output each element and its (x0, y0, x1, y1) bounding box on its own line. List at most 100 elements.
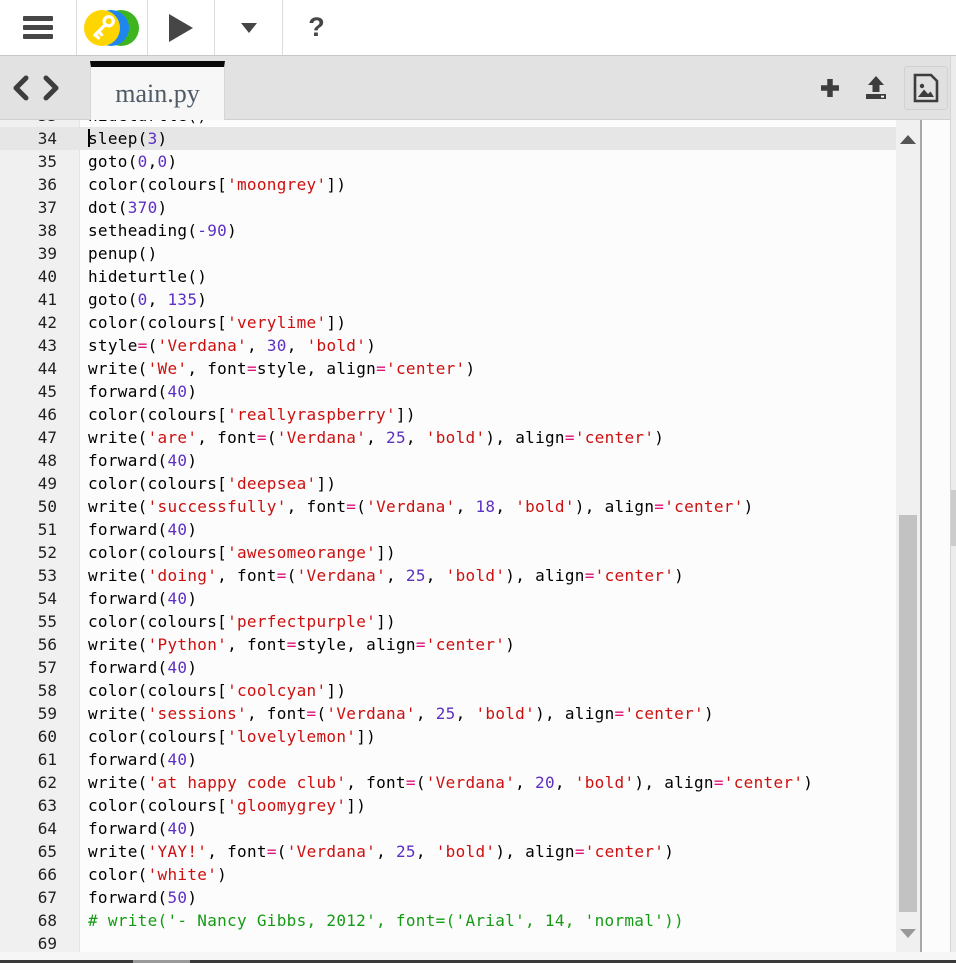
trinket-key-icon (84, 9, 139, 46)
help-button[interactable]: ? (283, 0, 350, 55)
tab-nav-arrows (10, 74, 62, 102)
code-text: color(colours['verylime']) (88, 313, 347, 332)
line-number: 58 (37, 681, 57, 700)
code-line[interactable]: 48 forward(40) (0, 449, 922, 472)
line-number: 66 (37, 865, 57, 884)
code-text: color('white') (88, 865, 228, 884)
line-number: 68 (37, 911, 57, 930)
menu-button[interactable] (0, 0, 77, 55)
line-number: 64 (37, 819, 57, 838)
code-text: forward(50) (88, 888, 198, 907)
code-text: hideturtle() (80, 120, 207, 127)
page-scrollbar[interactable] (950, 56, 956, 963)
editor-scrollbar[interactable] (896, 120, 922, 952)
code-line[interactable]: 63 color(colours['gloomygrey']) (0, 794, 922, 817)
add-file-icon (821, 79, 839, 97)
code-line[interactable]: 34 sleep(3) (0, 127, 922, 150)
scroll-up-button[interactable] (896, 126, 920, 152)
code-line[interactable]: 39 penup() (0, 242, 922, 265)
next-file-button[interactable] (40, 74, 62, 102)
code-line[interactable]: 42 color(colours['verylime']) (0, 311, 922, 334)
upload-button[interactable] (858, 68, 894, 108)
line-number: 55 (37, 612, 57, 631)
code-line[interactable]: 68 # write('- Nancy Gibbs, 2012', font=('… (0, 909, 922, 932)
scroll-down-icon (900, 928, 916, 938)
code-line[interactable]: 35 goto(0,0) (0, 150, 922, 173)
line-number: 65 (37, 842, 57, 861)
code-line[interactable]: 33hideturtle() (0, 120, 922, 127)
code-text: goto(0, 135) (88, 290, 208, 309)
code-line[interactable]: 62 write('at happy code club', font=('Ver… (0, 771, 922, 794)
code-line[interactable]: 67 forward(50) (0, 886, 922, 909)
code-line[interactable]: 56 write('Python', font=style, align='cen… (0, 633, 922, 656)
code-line[interactable]: 60 color(colours['lovelylemon']) (0, 725, 922, 748)
image-library-icon (913, 73, 939, 103)
scrollbar-thumb[interactable] (899, 515, 917, 912)
code-text: hideturtle() (88, 267, 208, 286)
code-line[interactable]: 36 color(colours['moongrey']) (0, 173, 922, 196)
add-file-button[interactable] (812, 68, 848, 108)
line-number: 59 (37, 704, 57, 723)
code-line[interactable]: 37 dot(370) (0, 196, 922, 219)
line-number: 52 (37, 543, 57, 562)
run-options-button[interactable] (215, 0, 283, 55)
code-line[interactable]: 64 forward(40) (0, 817, 922, 840)
code-line[interactable]: 69 (0, 932, 922, 952)
code-line[interactable]: 47 write('are', font=('Verdana', 25, 'bol… (0, 426, 922, 449)
code-line[interactable]: 50 write('successfully', font=('Verdana',… (0, 495, 922, 518)
tab-actions (812, 56, 948, 120)
code-line[interactable]: 58 color(colours['coolcyan']) (0, 679, 922, 702)
line-number: 53 (37, 566, 57, 585)
code-line[interactable]: 51 forward(40) (0, 518, 922, 541)
help-icon: ? (308, 12, 325, 42)
trinket-key-button[interactable] (77, 0, 148, 55)
menu-icon (23, 12, 53, 43)
code-line[interactable]: 49 color(colours['deepsea']) (0, 472, 922, 495)
code-text: forward(40) (88, 382, 198, 401)
code-line[interactable]: 57 forward(40) (0, 656, 922, 679)
line-number: 33 (0, 120, 80, 127)
line-number: 61 (37, 750, 57, 769)
run-icon (169, 13, 193, 42)
code-line[interactable]: 59 write('sessions', font=('Verdana', 25,… (0, 702, 922, 725)
code-text: write('sessions', font=('Verdana', 25, '… (88, 704, 714, 723)
code-text: write('at happy code club', font=('Verda… (88, 773, 814, 792)
code-line[interactable]: 45 forward(40) (0, 380, 922, 403)
code-text: color(colours['deepsea']) (88, 474, 337, 493)
line-number: 56 (37, 635, 57, 654)
code-text: write('Python', font=style, align='cente… (88, 635, 516, 654)
scroll-down-button[interactable] (896, 920, 920, 946)
code-line[interactable]: 53 write('doing', font=('Verdana', 25, 'b… (0, 564, 922, 587)
code-line[interactable]: 41 goto(0, 135) (0, 288, 922, 311)
code-line[interactable]: 54 forward(40) (0, 587, 922, 610)
line-number: 49 (37, 474, 57, 493)
code-text: forward(40) (88, 451, 198, 470)
image-library-button[interactable] (904, 66, 948, 110)
run-button[interactable] (148, 0, 215, 55)
code-line[interactable]: 55 color(colours['perfectpurple']) (0, 610, 922, 633)
code-editor[interactable]: 33hideturtle()34sleep(3)35goto(0,0)36col… (0, 120, 956, 952)
line-number: 63 (37, 796, 57, 815)
code-line[interactable]: 46 color(colours['reallyraspberry']) (0, 403, 922, 426)
code-line[interactable]: 44 write('We', font=style, align='center'… (0, 357, 922, 380)
tab-main-py[interactable]: main.py (90, 61, 225, 120)
code-line[interactable]: 52 color(colours['awesomeorange']) (0, 541, 922, 564)
page-scrollbar-thumb[interactable] (951, 490, 956, 546)
line-number: 54 (37, 589, 57, 608)
line-number: 45 (37, 382, 57, 401)
prev-file-button[interactable] (10, 74, 32, 102)
line-number: 38 (37, 221, 57, 240)
code-line[interactable]: 66 color('white') (0, 863, 922, 886)
prev-arrow-icon (13, 75, 29, 101)
code-line[interactable]: 65 write('YAY!', font=('Verdana', 25, 'bo… (0, 840, 922, 863)
code-line[interactable]: 61 forward(40) (0, 748, 922, 771)
trinket-editor-window: ? main.py 34 sleep(3) 35 goto(0,0) 36 co… (0, 0, 956, 963)
code-line[interactable]: 43 style=('Verdana', 30, 'bold') (0, 334, 922, 357)
code-text: write('are', font=('Verdana', 25, 'bold'… (88, 428, 665, 447)
line-number: 57 (37, 658, 57, 677)
code-line[interactable]: 38 setheading(-90) (0, 219, 922, 242)
line-number: 47 (37, 428, 57, 447)
code-text: color(colours['reallyraspberry']) (88, 405, 416, 424)
code-text: forward(40) (88, 658, 198, 677)
code-line[interactable]: 40 hideturtle() (0, 265, 922, 288)
